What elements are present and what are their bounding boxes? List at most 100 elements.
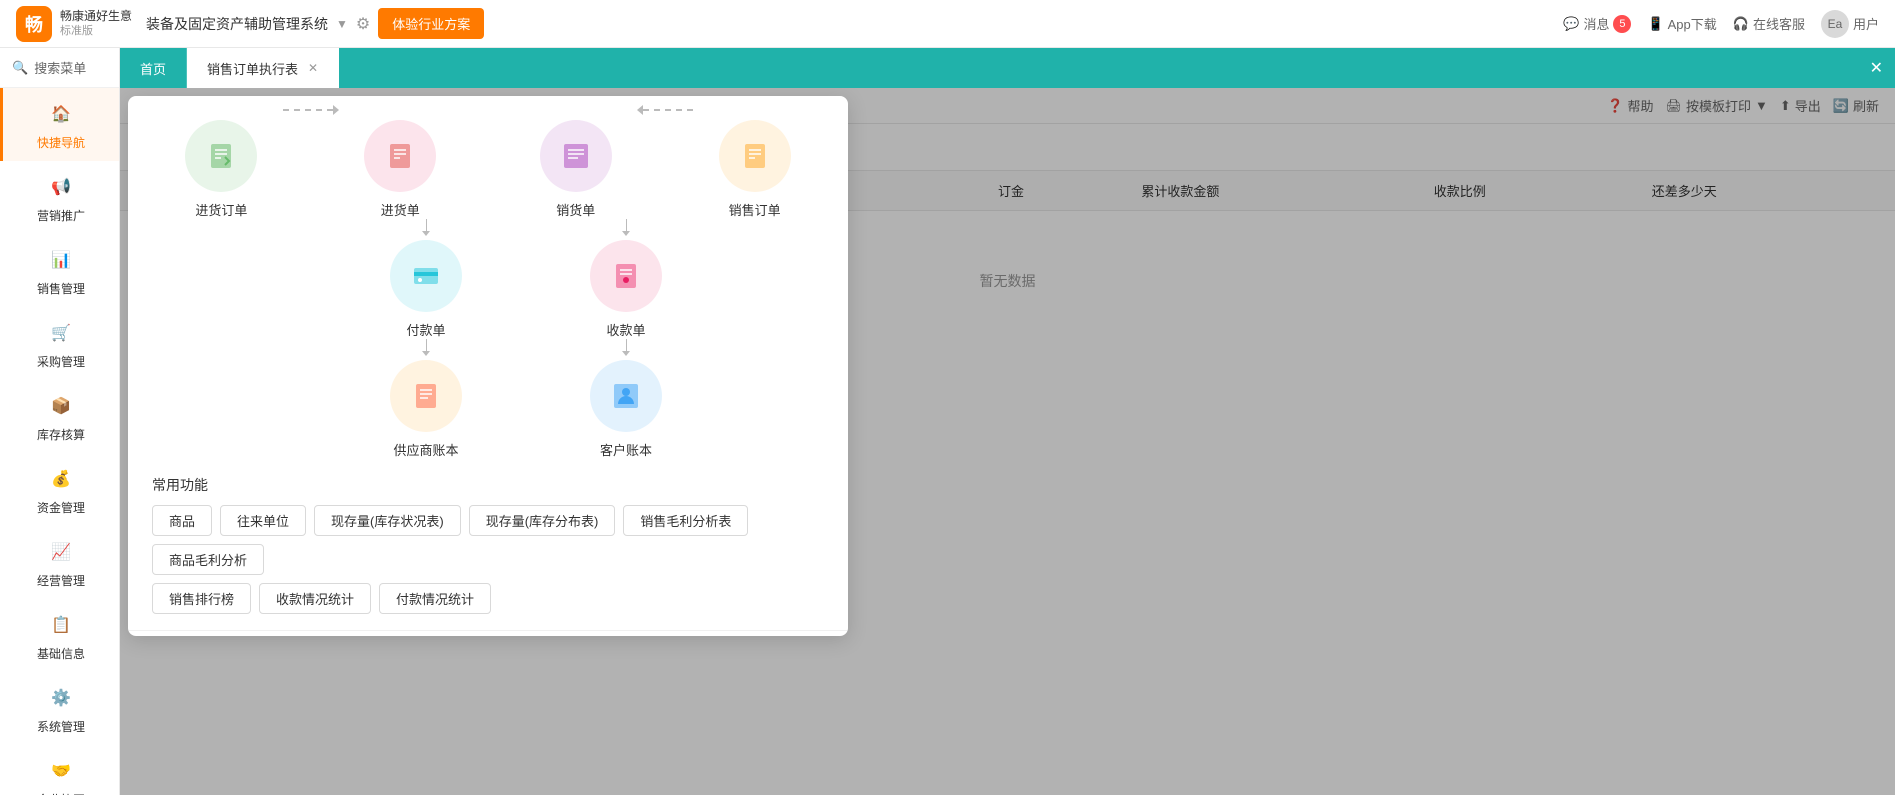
sales-order-label: 销售订单 (729, 200, 781, 219)
basic-label: 基础信息 (37, 645, 85, 662)
message-label: 消息 (1583, 14, 1609, 33)
tab-close-icon[interactable]: ✕ (308, 61, 318, 75)
customer-account-node[interactable]: 客户账本 (556, 360, 696, 459)
sidebar-item-basic[interactable]: 📋 基础信息 (0, 599, 119, 672)
func-btn-receipt-stats[interactable]: 收款情况统计 (259, 583, 371, 614)
func-btn-inventory-status[interactable]: 现存量(库存状况表) (314, 505, 461, 536)
marketing-label: 营销推广 (37, 207, 85, 224)
purchase-bill-label: 进货单 (381, 200, 420, 219)
sidebar-item-enterprise[interactable]: 🤝 企业协同 (0, 745, 119, 795)
app-download-label: App下载 (1668, 14, 1717, 33)
experience-button[interactable]: 体验行业方案 (378, 8, 484, 39)
online-service-label: 在线客服 (1753, 14, 1805, 33)
finance-label: 资金管理 (37, 499, 85, 516)
supplier-account-node[interactable]: 供应商账本 (356, 360, 496, 459)
func-btn-product-margin[interactable]: 商品毛利分析 (152, 544, 264, 575)
func-btn-product[interactable]: 商品 (152, 505, 212, 536)
system-title-bar: 装备及固定资产辅助管理系统 ▼ ⚙ 体验行业方案 (146, 8, 1551, 39)
payment-node[interactable]: 付款单 (356, 240, 496, 339)
supplier-account-label: 供应商账本 (393, 440, 458, 459)
home-tab-label: 首页 (140, 59, 166, 78)
sidebar-item-operations[interactable]: 📈 经营管理 (0, 526, 119, 599)
sales-order-icon (719, 120, 791, 192)
online-service-action[interactable]: 🎧 在线客服 (1733, 14, 1805, 33)
sidebar-item-system[interactable]: ⚙️ 系统管理 (0, 672, 119, 745)
purchase-bill-icon (364, 120, 436, 192)
payment-icon (390, 240, 462, 312)
inventory-icon: 📦 (45, 390, 77, 422)
sales-label: 销售管理 (37, 280, 85, 297)
quick-nav-label: 快捷导航 (37, 134, 85, 151)
tab-bar-close-icon[interactable]: ✕ (1870, 58, 1895, 78)
sidebar-item-sales[interactable]: 📊 销售管理 (0, 234, 119, 307)
sales-order-tab-label: 销售订单执行表 (207, 59, 298, 78)
sidebar-item-purchase[interactable]: 🛒 采购管理 (0, 307, 119, 380)
main-area: 🔍 搜索菜单 🏠 快捷导航 📢 营销推广 📊 销售管理 🛒 采购管理 📦 (0, 48, 1895, 795)
supplier-account-icon (390, 360, 462, 432)
logo-text: 畅康通好生意 标准版 (60, 9, 132, 39)
sales-bill-node[interactable]: 销货单 (514, 120, 637, 219)
marketing-icon: 📢 (45, 171, 77, 203)
system-title: 装备及固定资产辅助管理系统 (146, 14, 328, 34)
tab-bar: 首页 销售订单执行表 ✕ ✕ (120, 48, 1895, 88)
download-icon: 📱 (1647, 16, 1663, 32)
system-icon: ⚙️ (45, 682, 77, 714)
func-btn-payment-stats[interactable]: 付款情况统计 (379, 583, 491, 614)
flow-area: 进货订单 (128, 96, 848, 475)
customer-account-icon (590, 360, 662, 432)
finance-icon: 💰 (45, 463, 77, 495)
purchase-icon: 🛒 (45, 317, 77, 349)
func-btn-sales-margin[interactable]: 销售毛利分析表 (623, 505, 748, 536)
receipt-icon (590, 240, 662, 312)
overlay[interactable]: 进货订单 (120, 88, 1895, 795)
message-badge: 5 (1613, 15, 1631, 33)
quick-nav-icon: 🏠 (45, 98, 77, 130)
enterprise-icon: 🤝 (45, 755, 77, 787)
enterprise-label: 企业协同 (37, 791, 85, 795)
function-buttons: 商品 往来单位 现存量(库存状况表) 现存量(库存分布表) 销售毛利分析表 商品… (152, 505, 824, 575)
purchase-order-node[interactable]: 进货订单 (160, 120, 283, 219)
customer-account-label: 客户账本 (600, 440, 652, 459)
operations-icon: 📈 (45, 536, 77, 568)
search-menu[interactable]: 🔍 搜索菜单 (0, 48, 119, 88)
logo-line1: 畅康通好生意 (60, 9, 132, 25)
purchase-order-icon (185, 120, 257, 192)
sales-bill-label: 销货单 (556, 200, 595, 219)
settings-icon[interactable]: ⚙ (356, 14, 370, 34)
func-btn-contacts[interactable]: 往来单位 (220, 505, 306, 536)
sidebar-item-marketing[interactable]: 📢 营销推广 (0, 161, 119, 234)
scroll-bar-area: ◀ ▶ (128, 630, 848, 636)
search-icon: 🔍 (12, 60, 28, 76)
page-content: ❓ 帮助 🖨 按模板打印 ▼ ⬆ 导出 🔄 (120, 88, 1895, 795)
payment-label: 付款单 (406, 320, 445, 339)
message-icon: 💬 (1563, 16, 1579, 32)
system-label: 系统管理 (37, 718, 85, 735)
tab-home[interactable]: 首页 (120, 48, 187, 88)
header-right: 💬 消息 5 📱 App下载 🎧 在线客服 Ea 用户 (1563, 10, 1879, 38)
purchase-bill-node[interactable]: 进货单 (339, 120, 462, 219)
inventory-label: 库存核算 (37, 426, 85, 443)
basic-icon: 📋 (45, 609, 77, 641)
user-action[interactable]: Ea 用户 (1821, 10, 1879, 38)
purchase-order-label: 进货订单 (195, 200, 247, 219)
search-menu-label: 搜索菜单 (34, 58, 86, 77)
sidebar-item-finance[interactable]: 💰 资金管理 (0, 453, 119, 526)
message-action[interactable]: 💬 消息 5 (1563, 14, 1631, 33)
app-download-action[interactable]: 📱 App下载 (1647, 14, 1716, 33)
common-functions: 常用功能 商品 往来单位 现存量(库存状况表) 现存量(库存分布表) 销售毛利分… (128, 475, 848, 630)
func-btn-sales-rank[interactable]: 销售排行榜 (152, 583, 251, 614)
sidebar: 🔍 搜索菜单 🏠 快捷导航 📢 营销推广 📊 销售管理 🛒 采购管理 📦 (0, 48, 120, 795)
sales-order-node[interactable]: 销售订单 (693, 120, 816, 219)
receipt-node[interactable]: 收款单 (556, 240, 696, 339)
system-dropdown-icon[interactable]: ▼ (336, 17, 348, 31)
sales-bill-icon (540, 120, 612, 192)
sidebar-item-quick-nav[interactable]: 🏠 快捷导航 (0, 88, 119, 161)
tab-sales-order-exec[interactable]: 销售订单执行表 ✕ (187, 48, 339, 88)
receipt-label: 收款单 (606, 320, 645, 339)
logo-icon: 畅 (16, 6, 52, 42)
sidebar-item-inventory[interactable]: 📦 库存核算 (0, 380, 119, 453)
avatar: Ea (1821, 10, 1849, 38)
function-buttons-row2: 销售排行榜 收款情况统计 付款情况统计 (152, 583, 824, 614)
purchase-label: 采购管理 (37, 353, 85, 370)
func-btn-inventory-dist[interactable]: 现存量(库存分布表) (469, 505, 616, 536)
